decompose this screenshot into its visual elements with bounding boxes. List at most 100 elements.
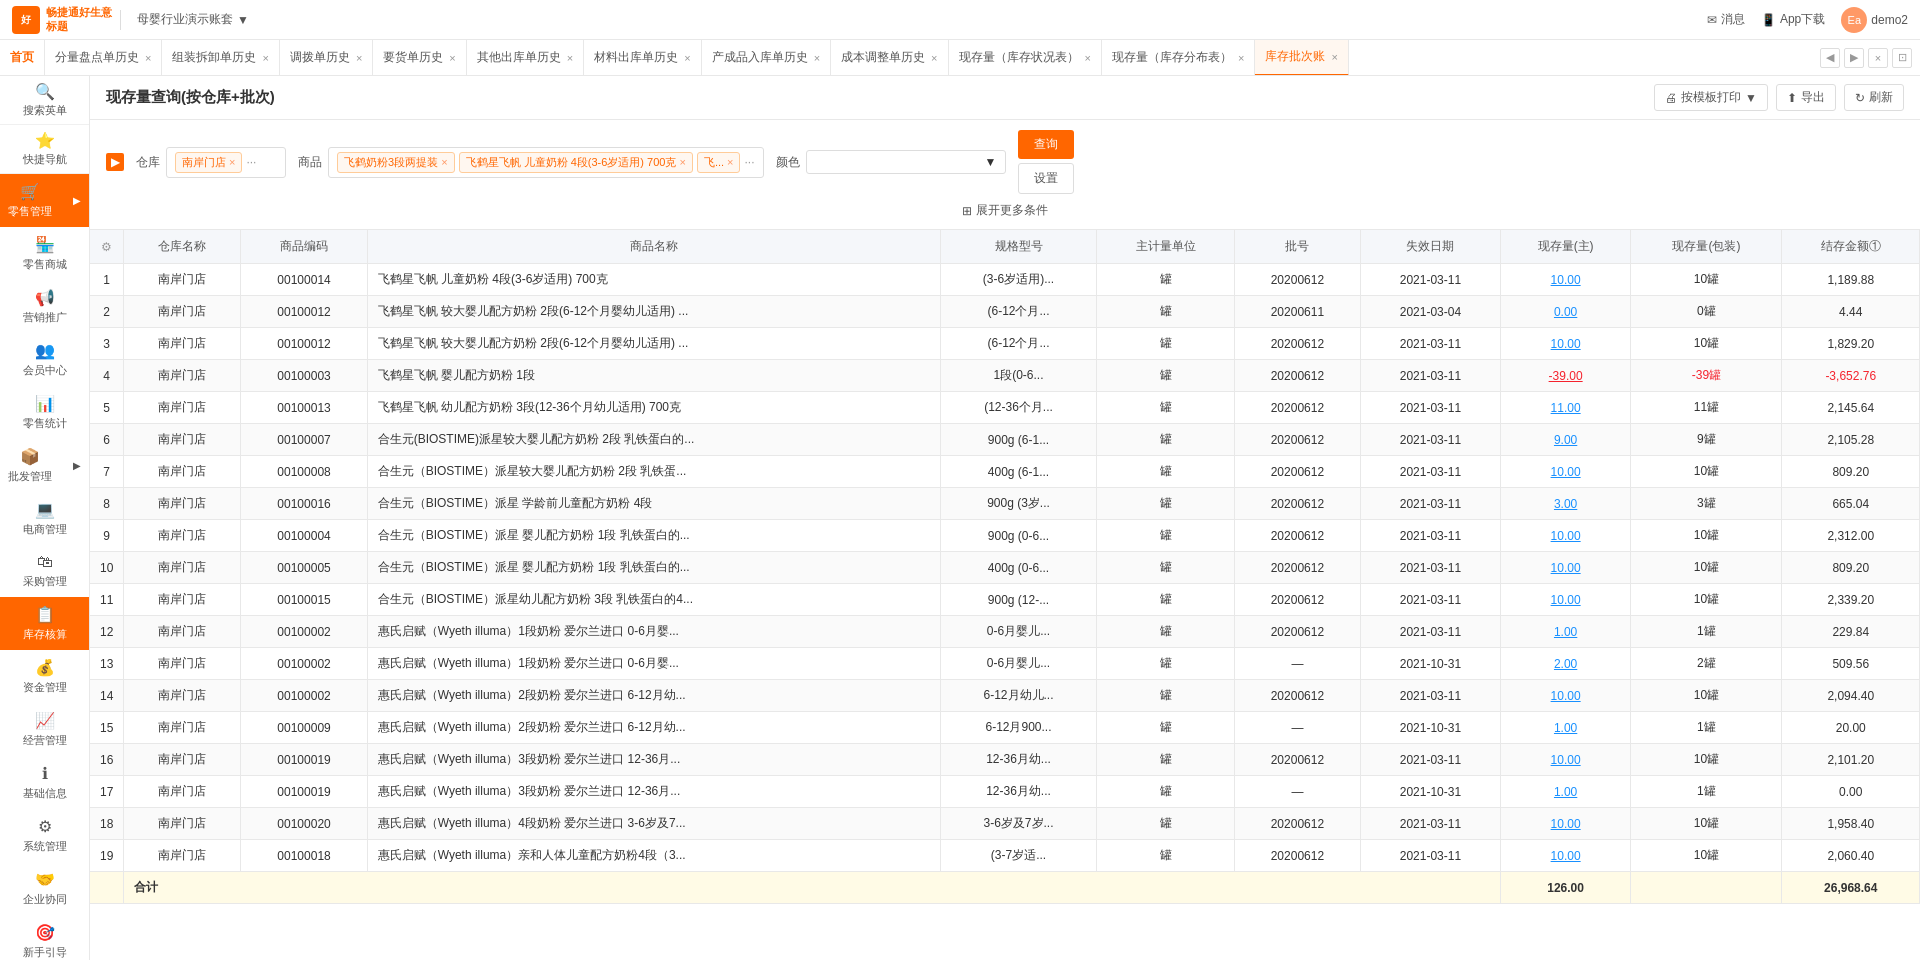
nav-close-btn[interactable]: × bbox=[1868, 48, 1888, 68]
row-name: 惠氏启赋（Wyeth illuma）4段奶粉 爱尔兰进口 3-6岁及7... bbox=[367, 808, 940, 840]
sidebar-item-member[interactable]: 👥 会员中心 bbox=[0, 333, 89, 386]
close-icon[interactable]: × bbox=[1085, 52, 1091, 64]
table-container[interactable]: ⚙ 仓库名称 商品编码 商品名称 规格型号 主计量单位 批号 失效日期 现存量(… bbox=[90, 230, 1920, 960]
tab-stock-status[interactable]: 现存量（库存状况表） × bbox=[949, 40, 1102, 76]
sidebar-item-operations[interactable]: 📈 经营管理 bbox=[0, 703, 89, 756]
row-no: 13 bbox=[90, 648, 124, 680]
close-icon[interactable]: × bbox=[145, 52, 151, 64]
row-qty-pkg: 1罐 bbox=[1631, 616, 1782, 648]
refresh-btn[interactable]: ↻ 刷新 bbox=[1844, 84, 1904, 111]
row-qty[interactable]: 11.00 bbox=[1500, 392, 1631, 424]
nav-next-btn[interactable]: ▶ bbox=[1844, 48, 1864, 68]
close-icon[interactable]: × bbox=[449, 52, 455, 64]
more-dots[interactable]: ··· bbox=[246, 155, 256, 169]
remove-product-tag-2[interactable]: × bbox=[679, 156, 685, 168]
user-profile[interactable]: Ea demo2 bbox=[1841, 7, 1908, 33]
app-download-btn[interactable]: 📱 App下载 bbox=[1761, 11, 1825, 28]
row-qty[interactable]: 10.00 bbox=[1500, 584, 1631, 616]
row-qty[interactable]: 10.00 bbox=[1500, 456, 1631, 488]
product-input[interactable]: 飞鹤奶粉3段两提装 × 飞鹤星飞帆 儿童奶粉 4段(3-6岁适用) 700克 ×… bbox=[328, 147, 764, 178]
row-qty[interactable]: 0.00 bbox=[1500, 296, 1631, 328]
sidebar-item-purchase[interactable]: 🛍 采购管理 bbox=[0, 545, 89, 597]
row-qty[interactable]: 10.00 bbox=[1500, 264, 1631, 296]
row-amount: 1,829.20 bbox=[1782, 328, 1920, 360]
row-qty[interactable]: 10.00 bbox=[1500, 552, 1631, 584]
sidebar-item-quicknav[interactable]: ⭐ 快捷导航 bbox=[0, 125, 89, 174]
tab-order-history[interactable]: 要货单历史 × bbox=[373, 40, 466, 76]
row-qty[interactable]: 1.00 bbox=[1500, 712, 1631, 744]
row-qty[interactable]: 10.00 bbox=[1500, 328, 1631, 360]
row-qty[interactable]: 1.00 bbox=[1500, 616, 1631, 648]
row-qty[interactable]: 9.00 bbox=[1500, 424, 1631, 456]
expand-more-btn[interactable]: ⊞ 展开更多条件 bbox=[106, 202, 1904, 219]
sidebar-item-search[interactable]: 🔍 搜索英单 bbox=[0, 76, 89, 125]
settings-icon[interactable]: ⚙ bbox=[101, 240, 112, 254]
total-label: 合计 bbox=[124, 872, 1500, 904]
close-icon[interactable]: × bbox=[931, 52, 937, 64]
query-btn[interactable]: 查询 bbox=[1018, 130, 1074, 159]
row-qty[interactable]: 10.00 bbox=[1500, 808, 1631, 840]
row-qty[interactable]: 10.00 bbox=[1500, 744, 1631, 776]
row-qty[interactable]: 2.00 bbox=[1500, 648, 1631, 680]
top-bar-left: 好 畅捷通好生意 标题 母婴行业演示账套 ▼ bbox=[12, 6, 257, 34]
expand-icon: ⊞ bbox=[962, 204, 972, 218]
tab-stock-dist[interactable]: 现存量（库存分布表） × bbox=[1102, 40, 1255, 76]
row-qty[interactable]: 1.00 bbox=[1500, 776, 1631, 808]
sidebar-item-retail-stats[interactable]: 📊 零售统计 bbox=[0, 386, 89, 439]
more-dots-product[interactable]: ··· bbox=[744, 155, 754, 169]
sidebar-item-marketing[interactable]: 📢 营销推广 bbox=[0, 280, 89, 333]
remove-product-tag-3[interactable]: × bbox=[727, 156, 733, 168]
sidebar-item-system[interactable]: ⚙ 系统管理 bbox=[0, 809, 89, 862]
close-icon[interactable]: × bbox=[814, 52, 820, 64]
tab-material-outbound[interactable]: 材料出库单历史 × bbox=[584, 40, 701, 76]
sidebar-item-retail-mgmt[interactable]: 🛒 零售管理 ▶ bbox=[0, 174, 89, 227]
remove-warehouse-tag[interactable]: × bbox=[229, 156, 235, 168]
row-qty[interactable]: 10.00 bbox=[1500, 680, 1631, 712]
close-icon[interactable]: × bbox=[567, 52, 573, 64]
close-icon[interactable]: × bbox=[684, 52, 690, 64]
tab-assemble-history[interactable]: 组装拆卸单历史 × bbox=[162, 40, 279, 76]
tab-transfer-history[interactable]: 调拨单历史 × bbox=[280, 40, 373, 76]
nav-expand-btn[interactable]: ⊡ bbox=[1892, 48, 1912, 68]
tab-home[interactable]: 首页 bbox=[0, 40, 45, 76]
close-icon[interactable]: × bbox=[262, 52, 268, 64]
row-no: 8 bbox=[90, 488, 124, 520]
export-btn[interactable]: ⬆ 导出 bbox=[1776, 84, 1836, 111]
color-input[interactable]: ▼ bbox=[806, 150, 1006, 174]
row-qty[interactable]: -39.00 bbox=[1500, 360, 1631, 392]
tab-outbound-history[interactable]: 其他出库单历史 × bbox=[467, 40, 584, 76]
row-qty-pkg: 1罐 bbox=[1631, 712, 1782, 744]
row-spec: 900g (3岁... bbox=[940, 488, 1097, 520]
row-qty[interactable]: 10.00 bbox=[1500, 520, 1631, 552]
nav-prev-btn[interactable]: ◀ bbox=[1820, 48, 1840, 68]
print-btn[interactable]: 🖨 按模板打印 ▼ bbox=[1654, 84, 1768, 111]
sidebar-item-wholesale[interactable]: 📦 批发管理 ▶ bbox=[0, 439, 89, 492]
settings-col-header[interactable]: ⚙ bbox=[90, 230, 124, 264]
sidebar-item-guide[interactable]: 🎯 新手引导 bbox=[0, 915, 89, 960]
sidebar-item-basic-info[interactable]: ℹ 基础信息 bbox=[0, 756, 89, 809]
row-qty[interactable]: 3.00 bbox=[1500, 488, 1631, 520]
sidebar-item-stock[interactable]: 📋 库存核算 bbox=[0, 597, 89, 650]
setting-btn[interactable]: 设置 bbox=[1018, 163, 1074, 194]
sidebar-item-finance[interactable]: 💰 资金管理 bbox=[0, 650, 89, 703]
sidebar-item-ecommerce[interactable]: 💻 电商管理 bbox=[0, 492, 89, 545]
tab-cost-adjust[interactable]: 成本调整单历史 × bbox=[831, 40, 948, 76]
industry-select[interactable]: 母婴行业演示账套 ▼ bbox=[129, 11, 257, 28]
row-amount: 2,060.40 bbox=[1782, 840, 1920, 872]
expand-filter-btn[interactable]: ▶ bbox=[106, 153, 124, 171]
close-icon[interactable]: × bbox=[356, 52, 362, 64]
row-name: 惠氏启赋（Wyeth illuma）1段奶粉 爱尔兰进口 0-6月婴... bbox=[367, 648, 940, 680]
search-icon: 🔍 bbox=[35, 82, 55, 101]
tab-product-inbound[interactable]: 产成品入库单历史 × bbox=[702, 40, 831, 76]
remove-product-tag-1[interactable]: × bbox=[441, 156, 447, 168]
sidebar-item-retail-shop[interactable]: 🏪 零售商城 bbox=[0, 227, 89, 280]
message-btn[interactable]: ✉ 消息 bbox=[1707, 11, 1745, 28]
tab-inventory-history[interactable]: 分量盘点单历史 × bbox=[45, 40, 162, 76]
close-icon[interactable]: × bbox=[1238, 52, 1244, 64]
row-qty[interactable]: 10.00 bbox=[1500, 840, 1631, 872]
close-icon[interactable]: × bbox=[1331, 51, 1337, 63]
warehouse-input[interactable]: 南岸门店 × ··· bbox=[166, 147, 286, 178]
row-name: 飞鹤星飞帆 婴儿配方奶粉 1段 bbox=[367, 360, 940, 392]
tab-batch-account[interactable]: 库存批次账 × bbox=[1255, 40, 1348, 76]
sidebar-item-collab[interactable]: 🤝 企业协同 bbox=[0, 862, 89, 915]
